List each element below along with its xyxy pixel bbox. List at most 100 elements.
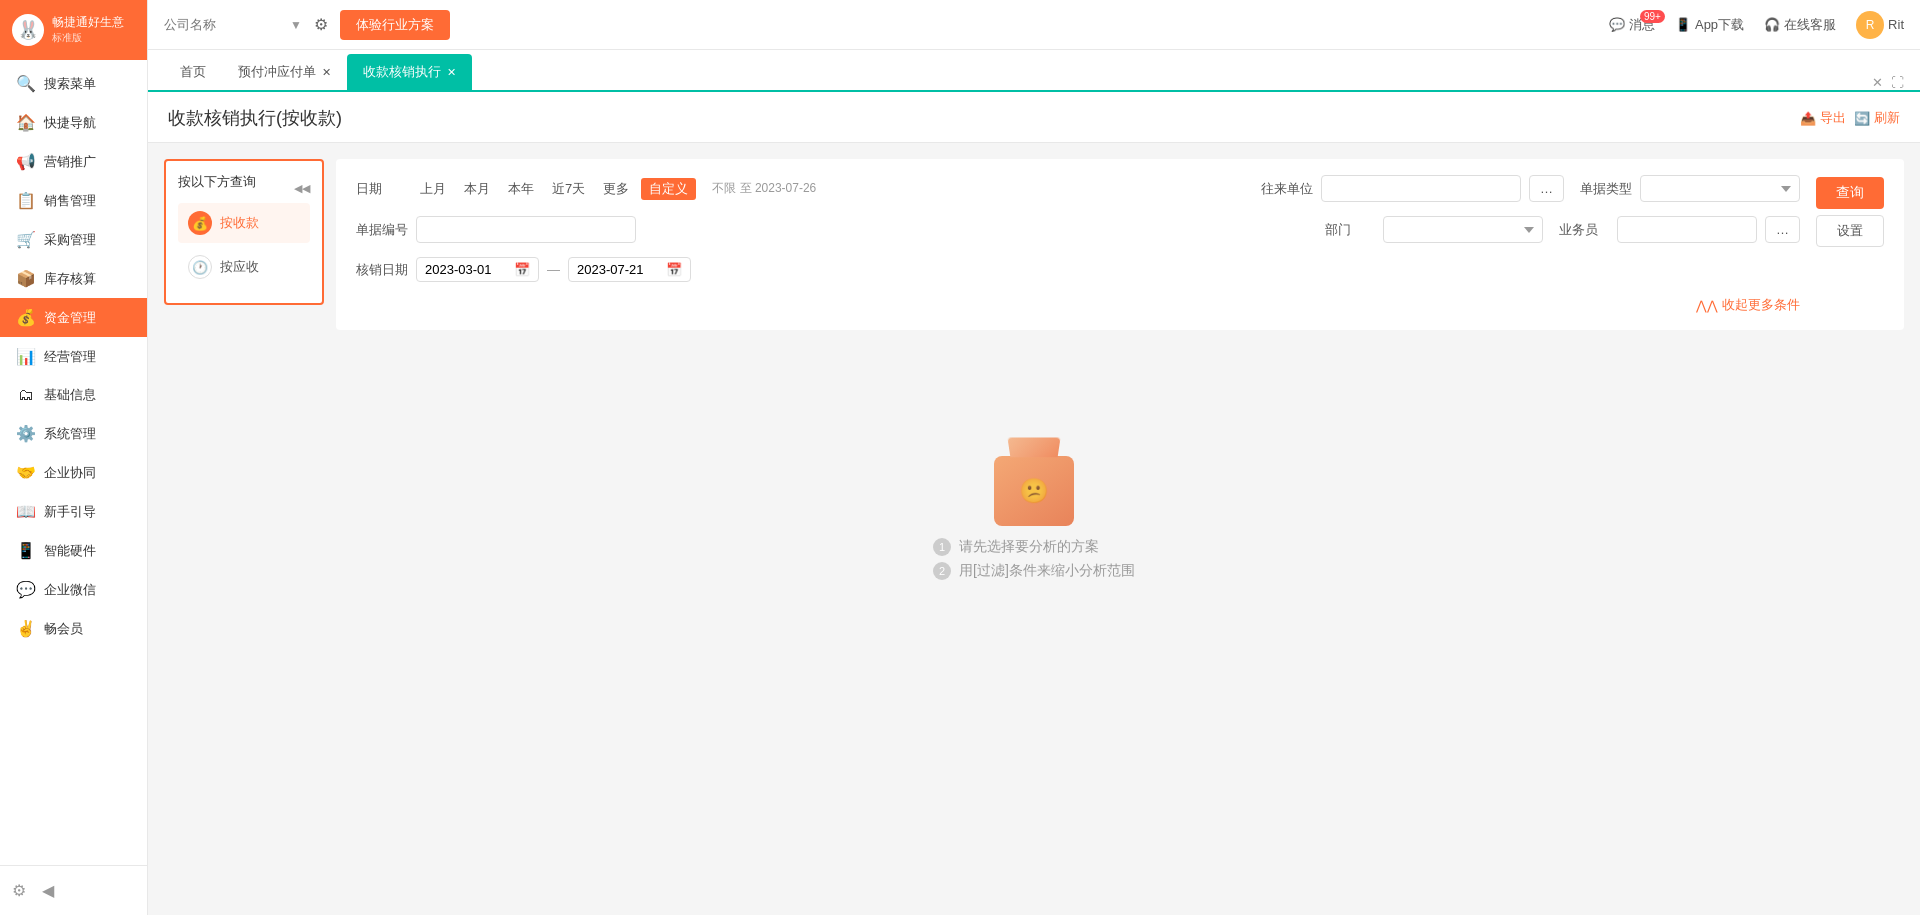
inventory-icon: 📦: [16, 269, 36, 288]
sidebar-item-collab[interactable]: 🤝 企业协同: [0, 453, 147, 492]
collapse-conditions-btn[interactable]: ⋀⋀ 收起更多条件: [356, 296, 1800, 314]
verify-end-date[interactable]: 2023-07-21: [577, 262, 662, 277]
gear-icon[interactable]: ⚙: [314, 15, 328, 34]
sidebar: 🐰 畅捷通好生意 标准版 🔍 搜索菜单 🏠 快捷导航 📢 营销推广 📋 销售管理…: [0, 0, 148, 915]
calendar-end-icon[interactable]: 📅: [666, 262, 682, 277]
verify-date-start-input[interactable]: 2023-03-01 📅: [416, 257, 539, 282]
date-field: 日期 上月 本月 本年 近7天 更多 自定义: [356, 178, 696, 200]
date-btn-this-month[interactable]: 本月: [458, 178, 496, 200]
party-input[interactable]: [1321, 175, 1521, 202]
date-btn-this-year[interactable]: 本年: [502, 178, 540, 200]
app-download-item[interactable]: 📱 App下载: [1675, 16, 1744, 34]
doc-num-input[interactable]: [416, 216, 636, 243]
sidebar-item-quicknav[interactable]: 🏠 快捷导航: [0, 103, 147, 142]
sidebar-item-search[interactable]: 🔍 搜索菜单: [0, 64, 147, 103]
sidebar-item-label: 企业协同: [44, 464, 96, 482]
company-input[interactable]: [164, 17, 284, 32]
sidebar-item-finance[interactable]: 💰 资金管理: [0, 298, 147, 337]
search-area: 日期 上月 本月 本年 近7天 更多 自定义: [336, 159, 1904, 330]
expand-tab-icon[interactable]: ⛶: [1891, 75, 1904, 90]
user-item[interactable]: R Rit: [1856, 11, 1904, 39]
sidebar-item-label: 新手引导: [44, 503, 96, 521]
service-icon: 🎧: [1764, 17, 1780, 32]
verify-date-field: 核销日期 2023-03-01 📅 — 2023-07-21 📅: [356, 257, 691, 282]
tab-home[interactable]: 首页: [164, 54, 222, 90]
sidebar-item-guide[interactable]: 📖 新手引导: [0, 492, 147, 531]
message-icon: 💬: [1609, 17, 1625, 32]
message-item[interactable]: 💬 消息 99+: [1609, 16, 1655, 34]
user-avatar: R: [1856, 11, 1884, 39]
sidebar-item-label: 库存核算: [44, 270, 96, 288]
sidebar-item-label: 企业微信: [44, 581, 96, 599]
business-label: 业务员: [1559, 221, 1609, 239]
right-buttons: 查询 设置: [1816, 177, 1884, 247]
sidebar-item-purchase[interactable]: 🛒 采购管理: [0, 220, 147, 259]
tab-receipts[interactable]: 收款核销执行 ✕: [347, 54, 472, 90]
dropdown-arrow-icon[interactable]: ▼: [290, 18, 302, 32]
dept-select[interactable]: [1383, 216, 1543, 243]
party-label: 往来单位: [1261, 180, 1313, 198]
export-button[interactable]: 📤 导出: [1800, 109, 1846, 127]
date-btn-last-month[interactable]: 上月: [414, 178, 452, 200]
doc-type-select[interactable]: [1640, 175, 1800, 202]
date-label: 日期: [356, 180, 406, 198]
query-button[interactable]: 查询: [1816, 177, 1884, 209]
sidebar-item-business[interactable]: 📊 经营管理: [0, 337, 147, 376]
sidebar-item-vip[interactable]: ✌️ 畅会员: [0, 609, 147, 648]
settings-button[interactable]: 设置: [1816, 215, 1884, 247]
receivable-filter-icon: 🕐: [188, 255, 212, 279]
sidebar-item-inventory[interactable]: 📦 库存核算: [0, 259, 147, 298]
topbar-company: ▼: [164, 17, 302, 32]
sidebar-item-label: 畅会员: [44, 620, 83, 638]
dept-label: 部门: [1325, 221, 1375, 239]
hardware-icon: 📱: [16, 541, 36, 560]
refresh-button[interactable]: 🔄 刷新: [1854, 109, 1900, 127]
business-input[interactable]: [1617, 216, 1757, 243]
calendar-start-icon[interactable]: 📅: [514, 262, 530, 277]
sidebar-item-marketing[interactable]: 📢 营销推广: [0, 142, 147, 181]
basic-icon: 🗂: [16, 386, 36, 404]
filter-collapse-icon[interactable]: ◀◀: [294, 182, 310, 195]
service-label: 在线客服: [1784, 16, 1836, 34]
doc-type-label: 单据类型: [1580, 180, 1632, 198]
tab-prepay-close-icon[interactable]: ✕: [322, 66, 331, 79]
tab-receipts-close-icon[interactable]: ✕: [447, 66, 456, 79]
collapse-sidebar-icon[interactable]: ◀: [42, 881, 54, 900]
tab-prepay[interactable]: 预付冲应付单 ✕: [222, 54, 347, 90]
sidebar-item-system[interactable]: ⚙️ 系统管理: [0, 414, 147, 453]
tabs-bar: 首页 预付冲应付单 ✕ 收款核销执行 ✕ ✕ ⛶: [148, 50, 1920, 92]
search-icon: 🔍: [16, 74, 36, 93]
sidebar-footer: ⚙ ◀: [0, 865, 147, 915]
filter-option-by-receivable[interactable]: 🕐 按应收: [178, 247, 310, 287]
sidebar-item-label: 销售管理: [44, 192, 96, 210]
sidebar-item-hardware[interactable]: 📱 智能硬件: [0, 531, 147, 570]
sidebar-item-label: 采购管理: [44, 231, 96, 249]
content-body: 按以下方查询 ◀◀ 💰 按收款 🕐 按应收: [148, 143, 1920, 346]
service-item[interactable]: 🎧 在线客服: [1764, 16, 1836, 34]
verify-date-label: 核销日期: [356, 261, 408, 279]
party-ellipsis-btn[interactable]: …: [1529, 175, 1564, 202]
home-icon: 🏠: [16, 113, 36, 132]
date-filters: 上月 本月 本年 近7天 更多 自定义: [414, 178, 696, 200]
filter-option-by-receipt[interactable]: 💰 按收款: [178, 203, 310, 243]
close-tab-icon[interactable]: ✕: [1872, 75, 1883, 90]
sidebar-menu: 🔍 搜索菜单 🏠 快捷导航 📢 营销推广 📋 销售管理 🛒 采购管理 📦 库存核…: [0, 60, 147, 865]
date-btn-7days[interactable]: 近7天: [546, 178, 591, 200]
business-ellipsis-btn[interactable]: …: [1765, 216, 1800, 243]
verify-start-date[interactable]: 2023-03-01: [425, 262, 510, 277]
empty-icon: 😕: [984, 426, 1084, 526]
verify-date-end-input[interactable]: 2023-07-21 📅: [568, 257, 691, 282]
purchase-icon: 🛒: [16, 230, 36, 249]
sidebar-item-basic[interactable]: 🗂 基础信息: [0, 376, 147, 414]
main-area: ▼ ⚙ 体验行业方案 💬 消息 99+ 📱 App下载 🎧 在线客服 R Rit: [148, 0, 1920, 915]
date-btn-custom[interactable]: 自定义: [641, 178, 696, 200]
date-btn-more[interactable]: 更多: [597, 178, 635, 200]
sidebar-item-wechat[interactable]: 💬 企业微信: [0, 570, 147, 609]
sidebar-item-sales[interactable]: 📋 销售管理: [0, 181, 147, 220]
settings-footer-icon[interactable]: ⚙: [12, 881, 26, 900]
hint-item-1: 1 请先选择要分析的方案: [933, 538, 1135, 556]
topbar-right: 💬 消息 99+ 📱 App下载 🎧 在线客服 R Rit: [1609, 11, 1904, 39]
solution-button[interactable]: 体验行业方案: [340, 10, 450, 40]
business-icon: 📊: [16, 347, 36, 366]
sidebar-item-label: 经营管理: [44, 348, 96, 366]
